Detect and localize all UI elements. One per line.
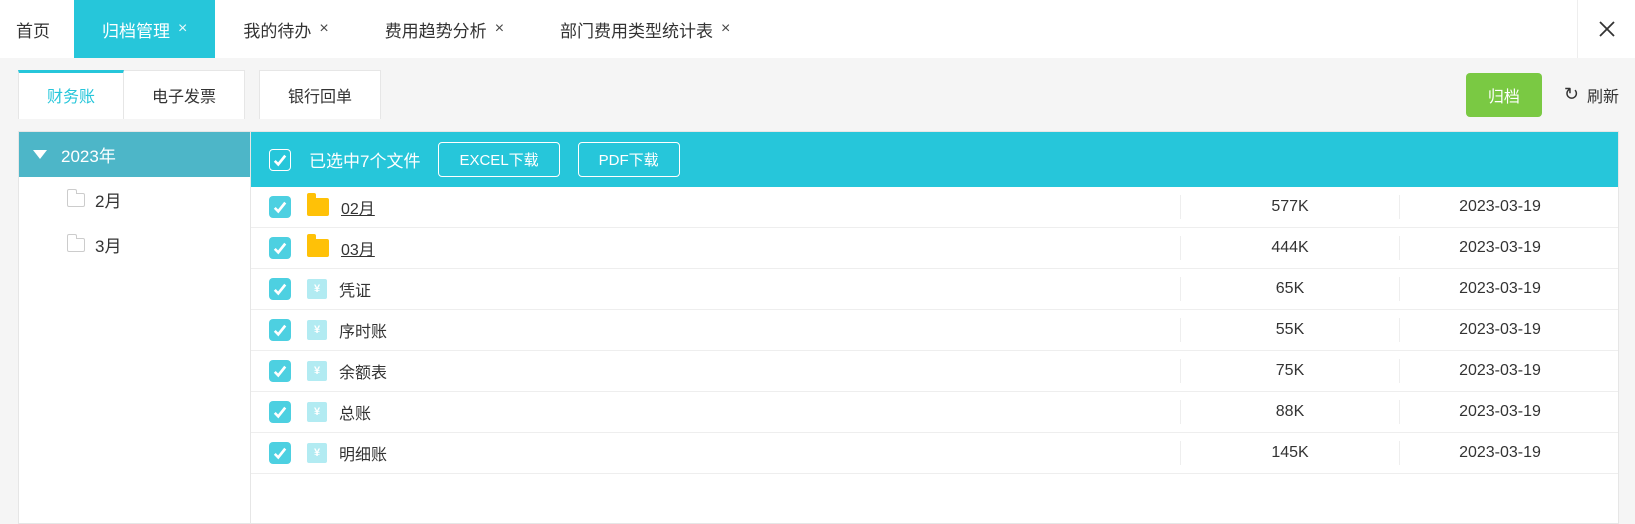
top-nav: 首页 归档管理 × 我的待办 × 费用趋势分析 × 部门费用类型统计表 × xyxy=(0,0,1635,58)
nav-tab-3[interactable]: 费用趋势分析 × xyxy=(357,0,532,58)
select-all-checkbox[interactable] xyxy=(269,149,291,171)
file-size: 444K xyxy=(1180,236,1400,260)
right-actions: 归档 ↻ 刷新 xyxy=(1466,73,1619,117)
row-checkbox[interactable] xyxy=(269,237,291,259)
month-label: 3月 xyxy=(95,232,121,257)
year-header[interactable]: 2023年 xyxy=(19,132,250,177)
nav-tab-1[interactable]: 归档管理 × xyxy=(74,0,215,58)
sub-tab-0[interactable]: 财务账 xyxy=(18,70,124,119)
file-size: 88K xyxy=(1180,400,1400,424)
file-name: 余额表 xyxy=(339,359,1180,383)
row-checkbox[interactable] xyxy=(269,319,291,341)
file-date: 2023-03-19 xyxy=(1400,198,1600,216)
check-icon xyxy=(273,323,287,337)
close-all-tabs-button[interactable] xyxy=(1577,0,1635,58)
row-checkbox[interactable] xyxy=(269,360,291,382)
check-icon xyxy=(273,153,287,167)
sidebar: 2023年 2月 3月 xyxy=(18,131,250,524)
file-date: 2023-03-19 xyxy=(1400,362,1600,380)
row-checkbox[interactable] xyxy=(269,401,291,423)
list-header: 已选中7个文件 EXCEL下载 PDF下载 xyxy=(251,132,1618,187)
file-size: 145K xyxy=(1180,441,1400,465)
check-icon xyxy=(273,241,287,255)
file-size: 55K xyxy=(1180,318,1400,342)
selected-count-text: 已选中7个文件 xyxy=(309,147,420,172)
file-date: 2023-03-19 xyxy=(1400,239,1600,257)
month-label: 2月 xyxy=(95,187,121,212)
check-icon xyxy=(273,364,287,378)
close-icon[interactable]: × xyxy=(178,20,187,38)
main-area: 财务账电子发票银行回单 归档 ↻ 刷新 2023年 2月 3月 已选中7个文件 E… xyxy=(0,58,1635,524)
nav-tab-label: 归档管理 xyxy=(102,17,170,42)
archive-button[interactable]: 归档 xyxy=(1466,73,1542,117)
pdf-download-button[interactable]: PDF下载 xyxy=(578,142,680,177)
close-icon[interactable]: × xyxy=(495,20,504,38)
check-icon xyxy=(273,405,287,419)
close-icon[interactable]: × xyxy=(721,20,730,38)
folder-link[interactable]: 03月 xyxy=(341,236,1180,260)
file-name: 总账 xyxy=(339,400,1180,424)
close-icon[interactable]: × xyxy=(319,20,328,38)
nav-tab-4[interactable]: 部门费用类型统计表 × xyxy=(532,0,758,58)
nav-tab-label: 部门费用类型统计表 xyxy=(560,17,713,42)
file-date: 2023-03-19 xyxy=(1400,321,1600,339)
file-name: 明细账 xyxy=(339,441,1180,465)
refresh-label: 刷新 xyxy=(1587,83,1619,107)
month-item-0[interactable]: 2月 xyxy=(19,177,250,222)
file-date: 2023-03-19 xyxy=(1400,280,1600,298)
folder-icon xyxy=(67,193,85,207)
nav-tab-label: 我的待办 xyxy=(243,17,311,42)
table-row: 明细账145K2023-03-19 xyxy=(251,433,1618,474)
table-row: 03月444K2023-03-19 xyxy=(251,228,1618,269)
table-row: 总账88K2023-03-19 xyxy=(251,392,1618,433)
file-date: 2023-03-19 xyxy=(1400,403,1600,421)
refresh-button[interactable]: ↻ 刷新 xyxy=(1564,83,1619,107)
file-size: 577K xyxy=(1180,195,1400,219)
year-label: 2023年 xyxy=(61,142,116,167)
sub-tabs: 财务账电子发票银行回单 xyxy=(18,70,381,119)
folder-link[interactable]: 02月 xyxy=(341,195,1180,219)
sub-tab-2[interactable]: 银行回单 xyxy=(259,70,381,119)
file-icon xyxy=(307,279,327,299)
table-row: 凭证65K2023-03-19 xyxy=(251,269,1618,310)
table-row: 序时账55K2023-03-19 xyxy=(251,310,1618,351)
file-icon xyxy=(307,361,327,381)
check-icon xyxy=(273,282,287,296)
file-listing: 已选中7个文件 EXCEL下载 PDF下载 02月577K2023-03-190… xyxy=(250,131,1619,524)
table-row: 余额表75K2023-03-19 xyxy=(251,351,1618,392)
file-name: 凭证 xyxy=(339,277,1180,301)
nav-tab-label: 首页 xyxy=(16,17,50,42)
sub-tab-1[interactable]: 电子发票 xyxy=(124,70,245,119)
folder-icon xyxy=(307,239,329,257)
check-icon xyxy=(273,200,287,214)
toolbar-row: 财务账电子发票银行回单 归档 ↻ 刷新 xyxy=(0,70,1619,131)
file-icon xyxy=(307,443,327,463)
nav-tab-2[interactable]: 我的待办 × xyxy=(215,0,356,58)
file-icon xyxy=(307,402,327,422)
close-icon xyxy=(1599,21,1615,37)
file-size: 75K xyxy=(1180,359,1400,383)
check-icon xyxy=(273,446,287,460)
folder-icon xyxy=(67,238,85,252)
table-row: 02月577K2023-03-19 xyxy=(251,187,1618,228)
folder-icon xyxy=(307,198,329,216)
nav-tab-label: 费用趋势分析 xyxy=(385,17,487,42)
refresh-icon: ↻ xyxy=(1564,84,1579,105)
row-checkbox[interactable] xyxy=(269,278,291,300)
content-split: 2023年 2月 3月 已选中7个文件 EXCEL下载 PDF下载 02月577K… xyxy=(0,131,1619,524)
caret-down-icon xyxy=(33,150,47,159)
row-checkbox[interactable] xyxy=(269,442,291,464)
file-icon xyxy=(307,320,327,340)
month-item-1[interactable]: 3月 xyxy=(19,222,250,267)
file-size: 65K xyxy=(1180,277,1400,301)
file-date: 2023-03-19 xyxy=(1400,444,1600,462)
row-checkbox[interactable] xyxy=(269,196,291,218)
file-name: 序时账 xyxy=(339,318,1180,342)
excel-download-button[interactable]: EXCEL下载 xyxy=(438,142,559,177)
nav-tab-0[interactable]: 首页 xyxy=(0,0,74,58)
